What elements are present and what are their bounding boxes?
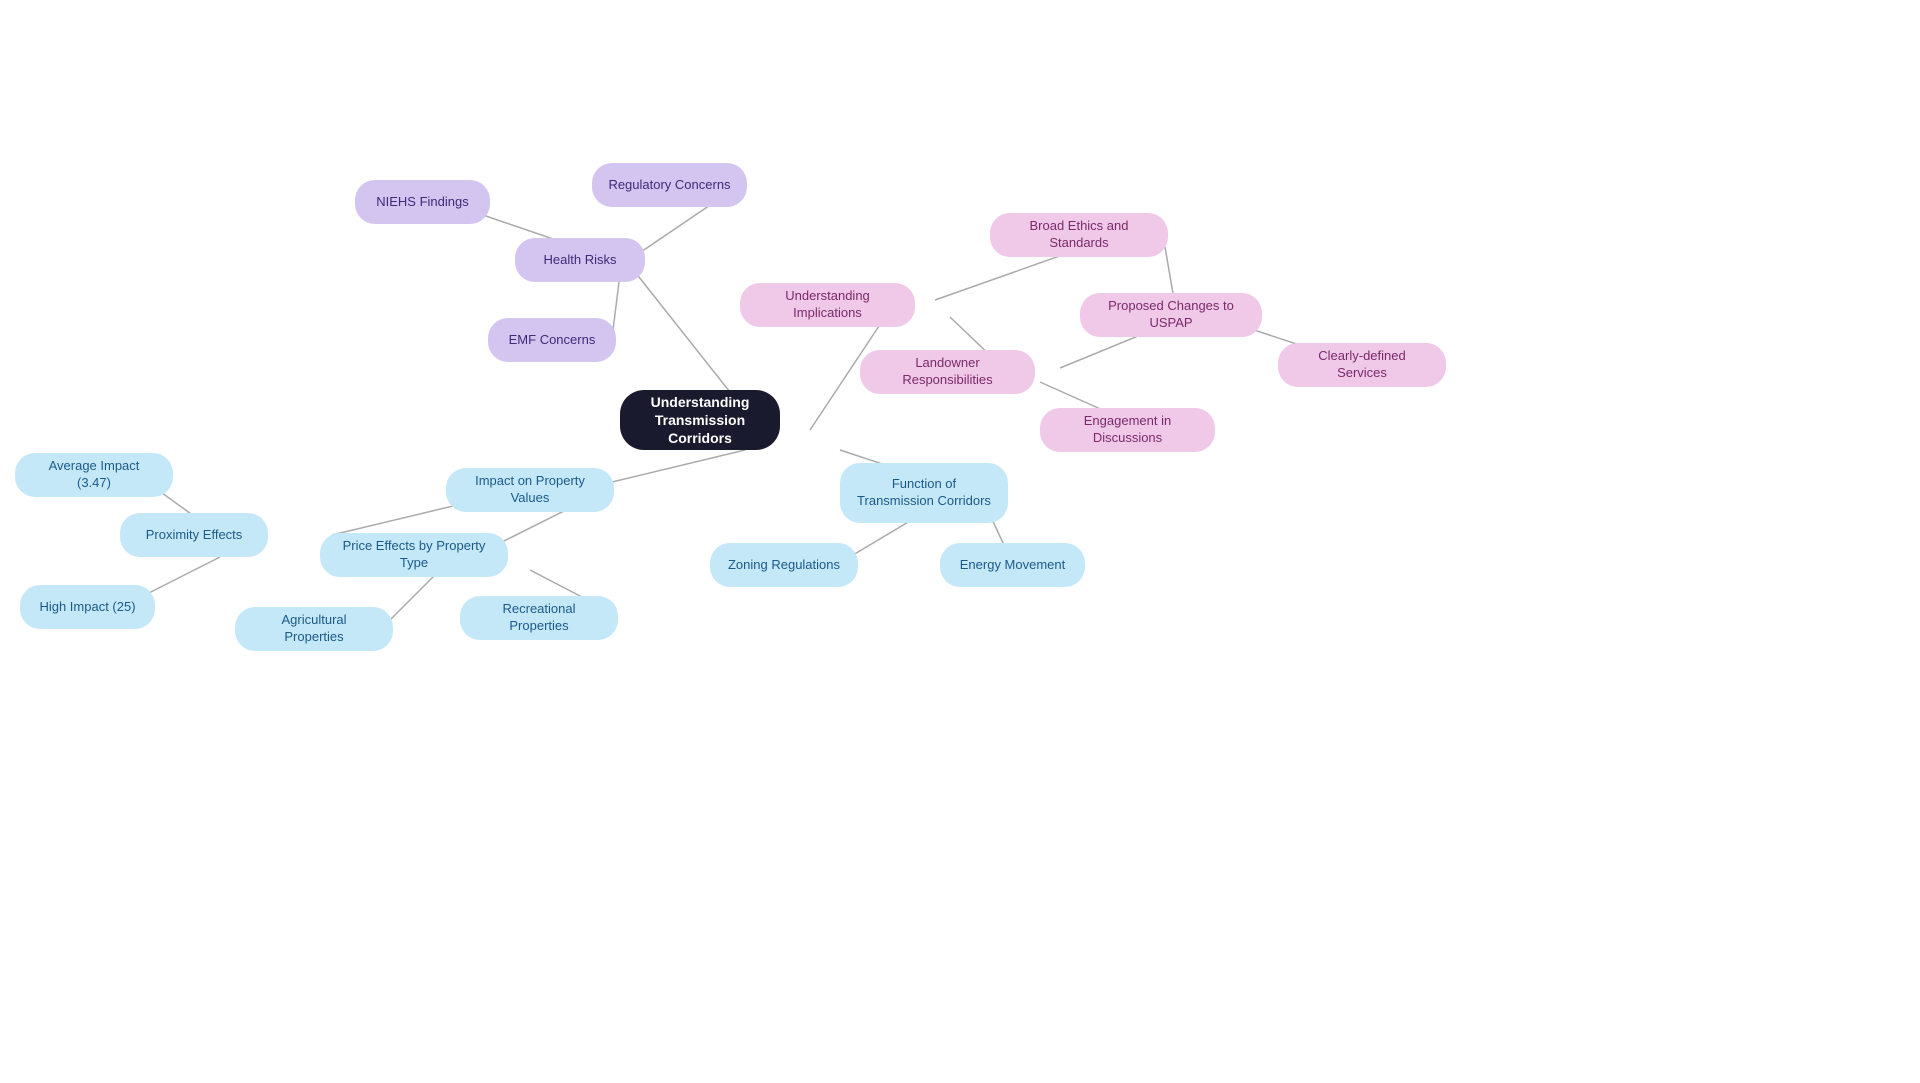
energy-movement-node: Energy Movement [940, 543, 1085, 587]
proximity-effects-label: Proximity Effects [146, 527, 243, 544]
high-impact-label: High Impact (25) [39, 599, 135, 616]
agricultural-properties-node: Agricultural Properties [235, 607, 393, 651]
clearly-defined-label: Clearly-defined Services [1294, 348, 1430, 382]
zoning-regulations-node: Zoning Regulations [710, 543, 858, 587]
center-node: Understanding Transmission Corridors [620, 390, 780, 450]
price-effects-label: Price Effects by Property Type [336, 538, 492, 572]
proximity-effects-node: Proximity Effects [120, 513, 268, 557]
recreational-properties-label: Recreational Properties [476, 601, 602, 635]
broad-ethics-label: Broad Ethics and Standards [1006, 218, 1152, 252]
proposed-changes-node: Proposed Changes to USPAP [1080, 293, 1262, 337]
center-label: Understanding Transmission Corridors [636, 393, 764, 448]
health-risks-label: Health Risks [544, 252, 617, 269]
emf-concerns-label: EMF Concerns [509, 332, 596, 349]
understanding-implications-label: Understanding Implications [756, 288, 899, 322]
energy-movement-label: Energy Movement [960, 557, 1066, 574]
landowner-responsibilities-label: Landowner Responsibilities [876, 355, 1019, 389]
regulatory-concerns-label: Regulatory Concerns [608, 177, 730, 194]
regulatory-concerns-node: Regulatory Concerns [592, 163, 747, 207]
price-effects-node: Price Effects by Property Type [320, 533, 508, 577]
broad-ethics-node: Broad Ethics and Standards [990, 213, 1168, 257]
function-transmission-node: Function of Transmission Corridors [840, 463, 1008, 523]
proposed-changes-label: Proposed Changes to USPAP [1096, 298, 1246, 332]
niehs-findings-label: NIEHS Findings [376, 194, 468, 211]
niehs-findings-node: NIEHS Findings [355, 180, 490, 224]
zoning-regulations-label: Zoning Regulations [728, 557, 840, 574]
average-impact-node: Average Impact (3.47) [15, 453, 173, 497]
high-impact-node: High Impact (25) [20, 585, 155, 629]
impact-property-values-label: Impact on Property Values [462, 473, 598, 507]
engagement-discussions-node: Engagement in Discussions [1040, 408, 1215, 452]
health-risks-node: Health Risks [515, 238, 645, 282]
clearly-defined-node: Clearly-defined Services [1278, 343, 1446, 387]
agricultural-properties-label: Agricultural Properties [251, 612, 377, 646]
average-impact-label: Average Impact (3.47) [31, 458, 157, 492]
recreational-properties-node: Recreational Properties [460, 596, 618, 640]
landowner-responsibilities-node: Landowner Responsibilities [860, 350, 1035, 394]
function-transmission-label: Function of Transmission Corridors [856, 476, 992, 510]
engagement-discussions-label: Engagement in Discussions [1056, 413, 1199, 447]
emf-concerns-node: EMF Concerns [488, 318, 616, 362]
impact-property-values-node: Impact on Property Values [446, 468, 614, 512]
understanding-implications-node: Understanding Implications [740, 283, 915, 327]
